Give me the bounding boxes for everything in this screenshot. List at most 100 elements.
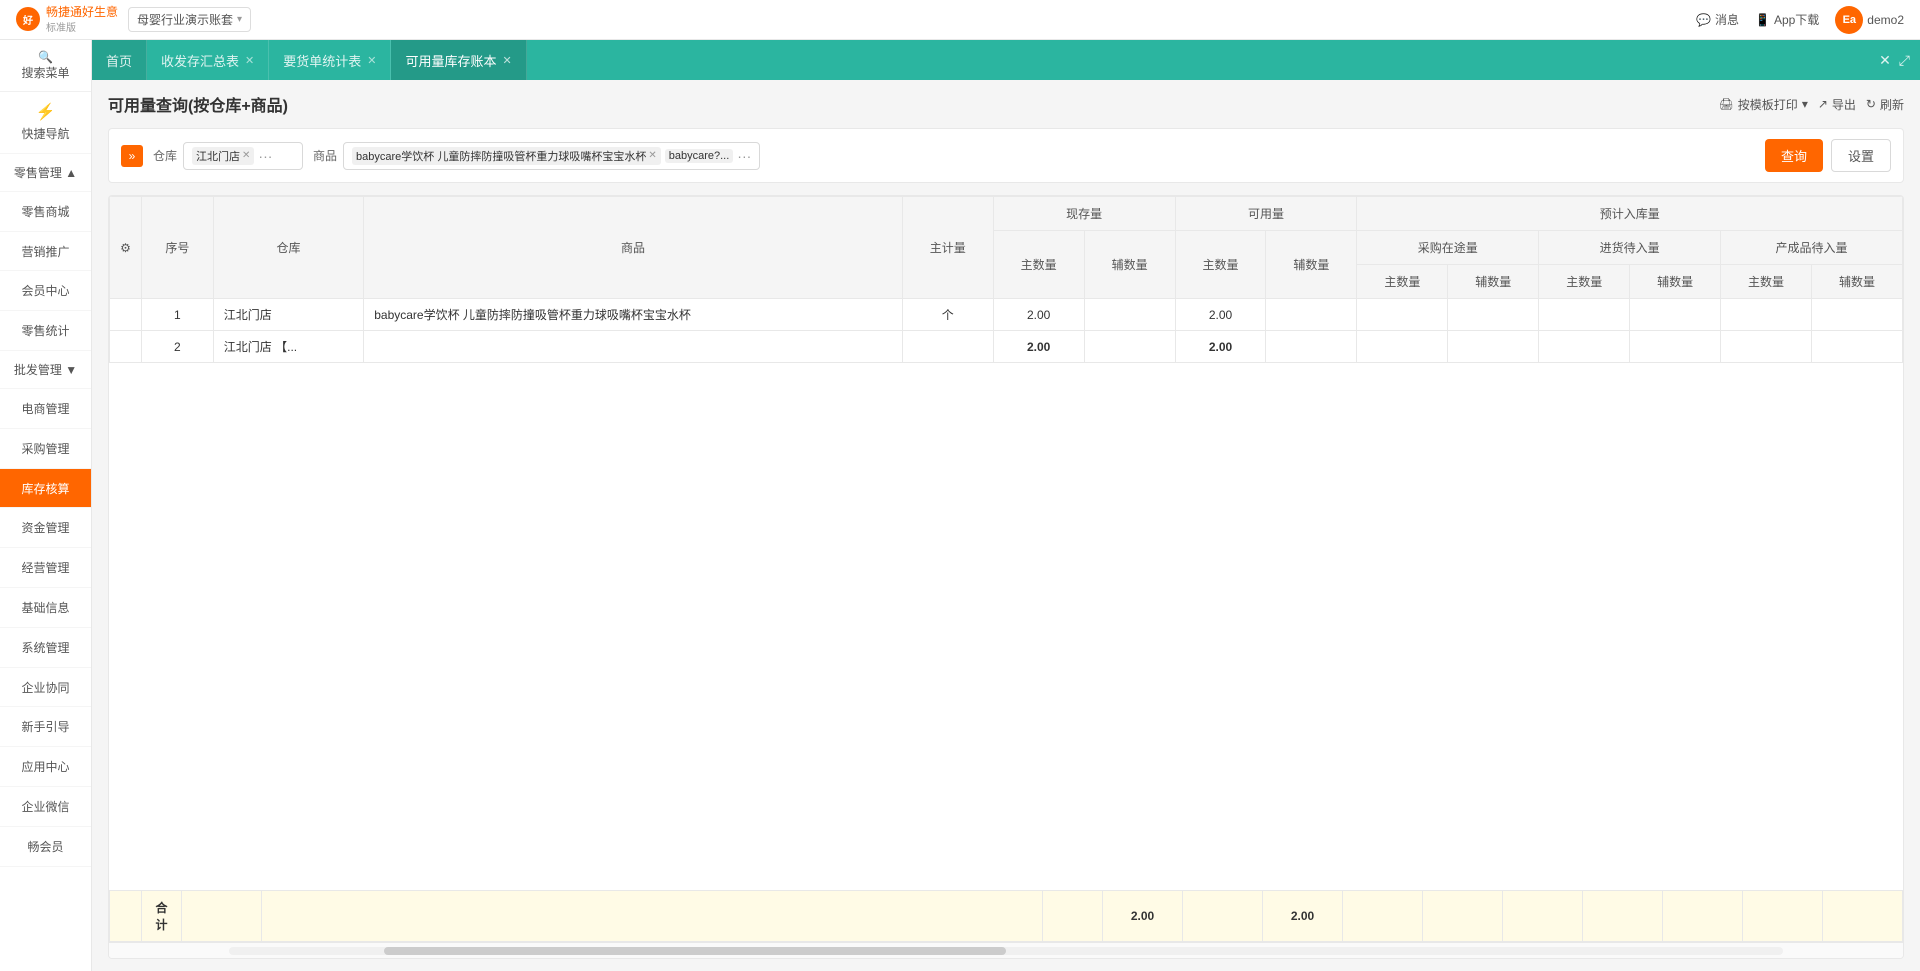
search-icon: 🔍 bbox=[38, 50, 53, 64]
page-header: 可用量查询(按仓库+商品) 🖨 按模板打印 ▾ ↗ 导出 ↻ 刷新 bbox=[108, 92, 1904, 116]
print-template-button[interactable]: 🖨 按模板打印 ▾ bbox=[1719, 96, 1808, 113]
sidebar-item-enterprise-collab[interactable]: 企业协同 bbox=[0, 668, 91, 708]
tab-receive-summary[interactable]: 收发存汇总表 ✕ bbox=[147, 40, 269, 80]
th-current-stock-group: 现存量 bbox=[993, 197, 1175, 231]
sidebar-item-marketing[interactable]: 营销推广 bbox=[0, 232, 91, 272]
new-guide-label: 新手引导 bbox=[21, 719, 69, 736]
chevron-down-icon: ▾ bbox=[237, 14, 242, 25]
cell-current-main-1: 2.00 bbox=[993, 299, 1084, 331]
sidebar-item-new-guide[interactable]: 新手引导 bbox=[0, 707, 91, 747]
sidebar-item-retail-stats[interactable]: 零售统计 bbox=[0, 311, 91, 351]
sidebar-item-member[interactable]: 会员中心 bbox=[0, 271, 91, 311]
summary-warehouse bbox=[182, 891, 262, 942]
tab-receive-summary-close[interactable]: ✕ bbox=[245, 54, 254, 67]
warehouse-more-icon[interactable]: ··· bbox=[258, 148, 272, 164]
product-tag1-close-icon[interactable]: ✕ bbox=[648, 150, 656, 161]
export-button[interactable]: ↗ 导出 bbox=[1818, 96, 1856, 113]
tab-available-stock-close[interactable]: ✕ bbox=[503, 54, 512, 67]
print-chevron-icon: ▾ bbox=[1802, 97, 1808, 111]
sidebar-item-app-center[interactable]: 应用中心 bbox=[0, 747, 91, 787]
cell-no-2: 2 bbox=[142, 331, 214, 363]
message-button[interactable]: 💬 消息 bbox=[1696, 11, 1739, 28]
sidebar-item-inventory[interactable]: 库存核算 bbox=[0, 469, 91, 509]
cell-purchase-aux-1 bbox=[1448, 299, 1539, 331]
refresh-icon: ↻ bbox=[1866, 97, 1876, 111]
sidebar-search[interactable]: 🔍 搜索菜单 bbox=[0, 40, 91, 92]
industry-selector[interactable]: 母婴行业演示账套 ▾ bbox=[128, 7, 251, 32]
sidebar-item-vip[interactable]: 畅会员 bbox=[0, 827, 91, 867]
th-available-group: 可用量 bbox=[1175, 197, 1357, 231]
sidebar-item-enterprise-wechat[interactable]: 企业微信 bbox=[0, 787, 91, 827]
sidebar-item-retail-mall[interactable]: 零售商城 bbox=[0, 192, 91, 232]
summary-current-main: 2.00 bbox=[1103, 891, 1183, 942]
summary-inbound-aux bbox=[1663, 891, 1743, 942]
basic-info-label: 基础信息 bbox=[21, 600, 69, 617]
refresh-button[interactable]: ↻ 刷新 bbox=[1866, 96, 1904, 113]
sidebar-item-basic-info[interactable]: 基础信息 bbox=[0, 588, 91, 628]
marketing-label: 营销推广 bbox=[21, 244, 69, 261]
sidebar-item-retail-mgmt[interactable]: 零售管理 ▲ bbox=[0, 154, 91, 192]
product-tag1-value: babycare学饮杯 儿童防摔防撞吸管杯重力球吸嘴杯宝宝水杯 bbox=[356, 148, 646, 164]
warehouse-tag-close-icon[interactable]: ✕ bbox=[242, 150, 250, 161]
tab-available-stock[interactable]: 可用量库存账本 ✕ bbox=[391, 40, 526, 80]
operations-label: 经营管理 bbox=[21, 560, 69, 577]
summary-inbound-main bbox=[1583, 891, 1663, 942]
sidebar-item-purchase[interactable]: 采购管理 bbox=[0, 429, 91, 469]
sidebar-item-ecommerce[interactable]: 电商管理 bbox=[0, 389, 91, 429]
finance-label: 资金管理 bbox=[21, 520, 69, 537]
th-inbound-aux: 辅数量 bbox=[1630, 265, 1721, 299]
cell-current-aux-2 bbox=[1084, 331, 1175, 363]
product-more-icon[interactable]: ··· bbox=[737, 148, 751, 164]
cell-warehouse-1: 江北门店 bbox=[213, 299, 363, 331]
tab-order-stats-close[interactable]: ✕ bbox=[367, 54, 376, 67]
warehouse-filter-field[interactable]: 江北门店 ✕ ··· bbox=[183, 142, 303, 170]
summary-row: 合计 2.00 2.00 bbox=[110, 891, 1903, 942]
th-product-main: 主数量 bbox=[1721, 265, 1812, 299]
print-template-label: 按模板打印 bbox=[1738, 96, 1798, 113]
tab-bar: 首页 收发存汇总表 ✕ 要货单统计表 ✕ 可用量库存账本 ✕ ✕ ⤢ bbox=[92, 40, 1920, 80]
warehouse-filter-label: 仓库 bbox=[153, 147, 177, 164]
cell-settings-2 bbox=[110, 331, 142, 363]
horizontal-scrollbar[interactable] bbox=[229, 947, 1783, 955]
logo-icon: 好 bbox=[16, 7, 40, 31]
tab-home[interactable]: 首页 bbox=[92, 40, 147, 80]
sidebar-item-quick-nav[interactable]: ⚡ 快捷导航 bbox=[0, 92, 91, 154]
retail-mgmt-label: 零售管理 ▲ bbox=[14, 164, 77, 181]
tab-order-stats[interactable]: 要货单统计表 ✕ bbox=[269, 40, 391, 80]
setting-button[interactable]: 设置 bbox=[1831, 139, 1891, 172]
tab-bar-actions: ✕ ⤢ bbox=[1869, 40, 1920, 80]
tab-spacer bbox=[527, 40, 1869, 80]
user-area[interactable]: Ea demo2 bbox=[1835, 6, 1904, 34]
page-title: 可用量查询(按仓库+商品) bbox=[108, 92, 288, 116]
query-button[interactable]: 查询 bbox=[1765, 139, 1823, 172]
tab-expand-icon[interactable]: ⤢ bbox=[1899, 52, 1910, 69]
avatar: Ea bbox=[1835, 6, 1863, 34]
cell-settings-1 bbox=[110, 299, 142, 331]
filter-expand-button[interactable]: » bbox=[121, 145, 143, 167]
th-product-aux: 辅数量 bbox=[1812, 265, 1903, 299]
cell-purchase-main-2 bbox=[1357, 331, 1448, 363]
summary-product bbox=[262, 891, 1043, 942]
export-label: 导出 bbox=[1832, 96, 1856, 113]
logo-sub: 标准版 bbox=[46, 19, 118, 34]
app-download-button[interactable]: 📱 App下载 bbox=[1755, 11, 1819, 28]
export-icon: ↗ bbox=[1818, 97, 1828, 111]
th-current-main: 主数量 bbox=[993, 231, 1084, 299]
cell-product-aux-2 bbox=[1812, 331, 1903, 363]
filter-area: » 仓库 江北门店 ✕ ··· 商品 babycare bbox=[108, 128, 1904, 183]
th-settings[interactable]: ⚙ bbox=[110, 197, 142, 299]
enterprise-wechat-label: 企业微信 bbox=[21, 799, 69, 816]
sidebar-item-operations[interactable]: 经营管理 bbox=[0, 548, 91, 588]
sidebar-item-wholesale[interactable]: 批发管理 ▼ bbox=[0, 351, 91, 389]
sidebar-item-finance[interactable]: 资金管理 bbox=[0, 508, 91, 548]
warehouse-tag-value: 江北门店 bbox=[196, 148, 240, 164]
sidebar-quick-nav-label: 快捷导航 bbox=[21, 126, 69, 143]
table-footer bbox=[109, 942, 1903, 958]
refresh-label: 刷新 bbox=[1880, 96, 1904, 113]
product-filter-field[interactable]: babycare学饮杯 儿童防摔防撞吸管杯重力球吸嘴杯宝宝水杯 ✕ babyca… bbox=[343, 142, 760, 170]
sidebar-item-system[interactable]: 系统管理 bbox=[0, 628, 91, 668]
system-label: 系统管理 bbox=[21, 640, 69, 657]
content-area: 首页 收发存汇总表 ✕ 要货单统计表 ✕ 可用量库存账本 ✕ ✕ ⤢ bbox=[92, 40, 1920, 971]
tab-close-all-icon[interactable]: ✕ bbox=[1879, 52, 1891, 69]
purchase-label: 采购管理 bbox=[21, 441, 69, 458]
